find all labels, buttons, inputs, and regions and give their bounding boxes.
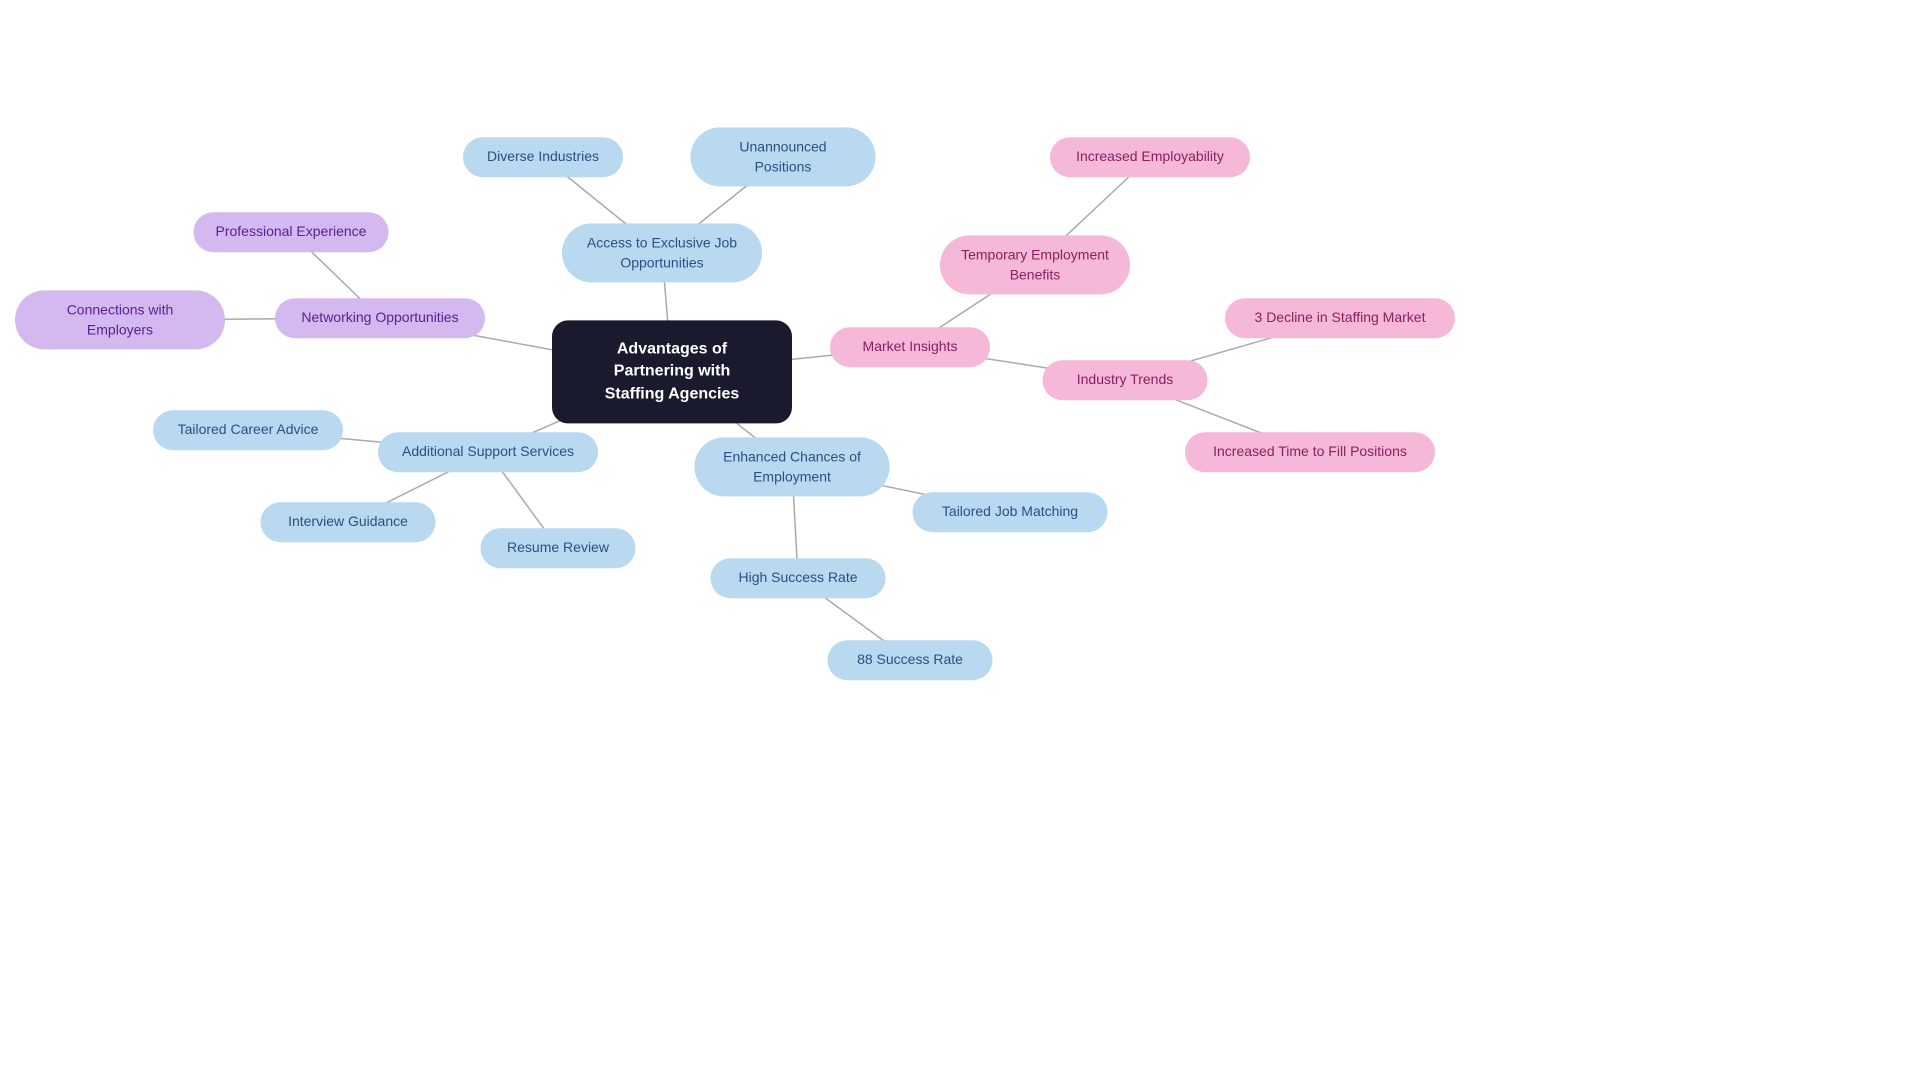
node-high-success[interactable]: High Success Rate bbox=[711, 558, 886, 598]
node-unannounced-positions[interactable]: Unannounced Positions bbox=[691, 127, 876, 186]
node-industry-trends[interactable]: Industry Trends bbox=[1043, 360, 1208, 400]
node-market-insights[interactable]: Market Insights bbox=[830, 327, 990, 367]
node-interview-guidance[interactable]: Interview Guidance bbox=[261, 502, 436, 542]
node-access-exclusive[interactable]: Access to Exclusive JobOpportunities bbox=[562, 223, 762, 282]
center-node[interactable]: Advantages of Partnering with Staffing A… bbox=[552, 320, 792, 423]
node-tailored-job[interactable]: Tailored Job Matching bbox=[913, 492, 1108, 532]
node-connections-employers[interactable]: Connections with Employers bbox=[15, 290, 225, 349]
mindmap-container: Advantages of Partnering with Staffing A… bbox=[0, 0, 1920, 1083]
node-tailored-career[interactable]: Tailored Career Advice bbox=[153, 410, 343, 450]
node-temporary-employment[interactable]: Temporary EmploymentBenefits bbox=[940, 235, 1130, 294]
node-increased-time[interactable]: Increased Time to Fill Positions bbox=[1185, 432, 1435, 472]
node-networking-opportunities[interactable]: Networking Opportunities bbox=[275, 298, 485, 338]
node-diverse-industries[interactable]: Diverse Industries bbox=[463, 137, 623, 177]
node-enhanced-chances[interactable]: Enhanced Chances ofEmployment bbox=[695, 437, 890, 496]
node-increased-employability[interactable]: Increased Employability bbox=[1050, 137, 1250, 177]
node-professional-experience[interactable]: Professional Experience bbox=[194, 212, 389, 252]
node-additional-support[interactable]: Additional Support Services bbox=[378, 432, 598, 472]
node-resume-review[interactable]: Resume Review bbox=[481, 528, 636, 568]
node-decline-staffing[interactable]: 3 Decline in Staffing Market bbox=[1225, 298, 1455, 338]
node-success-rate-88[interactable]: 88 Success Rate bbox=[828, 640, 993, 680]
